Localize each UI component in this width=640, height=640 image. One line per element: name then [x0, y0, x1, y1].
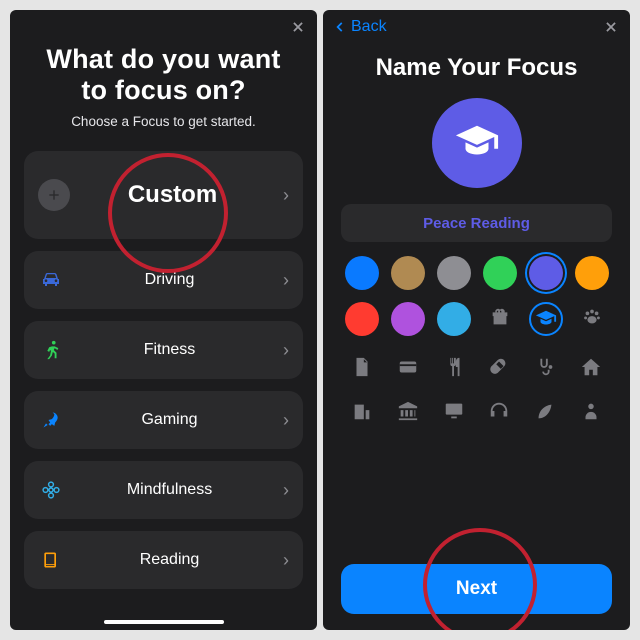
car-icon: [38, 267, 64, 293]
house-icon[interactable]: [576, 352, 606, 382]
running-icon: [38, 337, 64, 363]
screen-name-focus: Back Name Your Focus Peace Reading: [323, 10, 630, 630]
focus-option-mindfulness[interactable]: Mindfulness ›: [24, 461, 303, 519]
credit-card-icon[interactable]: [393, 352, 423, 382]
desktop-icon[interactable]: [439, 396, 469, 426]
color-indigo[interactable]: [529, 256, 563, 290]
rocket-icon: [38, 407, 64, 433]
headphones-icon[interactable]: [484, 396, 514, 426]
page-title: Name Your Focus: [341, 54, 612, 82]
glyph-picker: [323, 346, 630, 426]
stethoscope-icon[interactable]: [530, 352, 560, 382]
next-button[interactable]: Next: [341, 564, 612, 614]
color-gray[interactable]: [437, 256, 471, 290]
option-label: Fitness: [64, 341, 275, 359]
focus-option-driving[interactable]: Driving ›: [24, 251, 303, 309]
option-label: Gaming: [64, 411, 275, 429]
book-icon: [38, 547, 64, 573]
focus-options-list: Custom › Driving › Fitness ›: [10, 151, 317, 599]
option-label: Mindfulness: [64, 481, 275, 499]
pills-icon[interactable]: [484, 352, 514, 382]
back-button[interactable]: Back: [323, 10, 630, 36]
focus-option-reading[interactable]: Reading ›: [24, 531, 303, 589]
focus-glyph-preview: [432, 98, 522, 188]
focus-option-gaming[interactable]: Gaming ›: [24, 391, 303, 449]
color-teal[interactable]: [437, 302, 471, 336]
close-icon[interactable]: [600, 16, 622, 38]
bank-icon[interactable]: [393, 396, 423, 426]
close-icon[interactable]: [287, 16, 309, 38]
color-blue[interactable]: [345, 256, 379, 290]
graduation-cap-icon: [454, 120, 500, 166]
chevron-right-icon: ›: [275, 270, 289, 291]
graduation-cap-icon[interactable]: [529, 302, 563, 336]
chevron-right-icon: ›: [275, 550, 289, 571]
chevron-right-icon: ›: [275, 185, 289, 206]
focus-option-custom[interactable]: Custom ›: [24, 151, 303, 239]
color-red[interactable]: [345, 302, 379, 336]
color-orange[interactable]: [575, 256, 609, 290]
focus-name-input[interactable]: Peace Reading: [341, 204, 612, 242]
fork-knife-icon[interactable]: [439, 352, 469, 382]
document-icon[interactable]: [347, 352, 377, 382]
option-label: Custom: [70, 181, 275, 209]
color-picker: [323, 256, 630, 346]
page-title: What do you want to focus on?: [34, 44, 293, 106]
chevron-right-icon: ›: [275, 340, 289, 361]
color-green[interactable]: [483, 256, 517, 290]
paw-icon[interactable]: [577, 302, 607, 332]
person-icon[interactable]: [576, 396, 606, 426]
option-label: Reading: [64, 551, 275, 569]
flower-icon: [38, 477, 64, 503]
page-subtitle: Choose a Focus to get started.: [10, 114, 317, 129]
screen-choose-focus: What do you want to focus on? Choose a F…: [10, 10, 317, 630]
back-label: Back: [351, 18, 387, 36]
option-label: Driving: [64, 271, 275, 289]
gift-icon[interactable]: [485, 302, 515, 332]
chevron-right-icon: ›: [275, 410, 289, 431]
plus-icon: [38, 179, 70, 211]
color-purple[interactable]: [391, 302, 425, 336]
leaf-icon[interactable]: [530, 396, 560, 426]
home-indicator: [104, 620, 224, 624]
building-icon[interactable]: [347, 396, 377, 426]
focus-option-fitness[interactable]: Fitness ›: [24, 321, 303, 379]
chevron-right-icon: ›: [275, 480, 289, 501]
color-tan[interactable]: [391, 256, 425, 290]
